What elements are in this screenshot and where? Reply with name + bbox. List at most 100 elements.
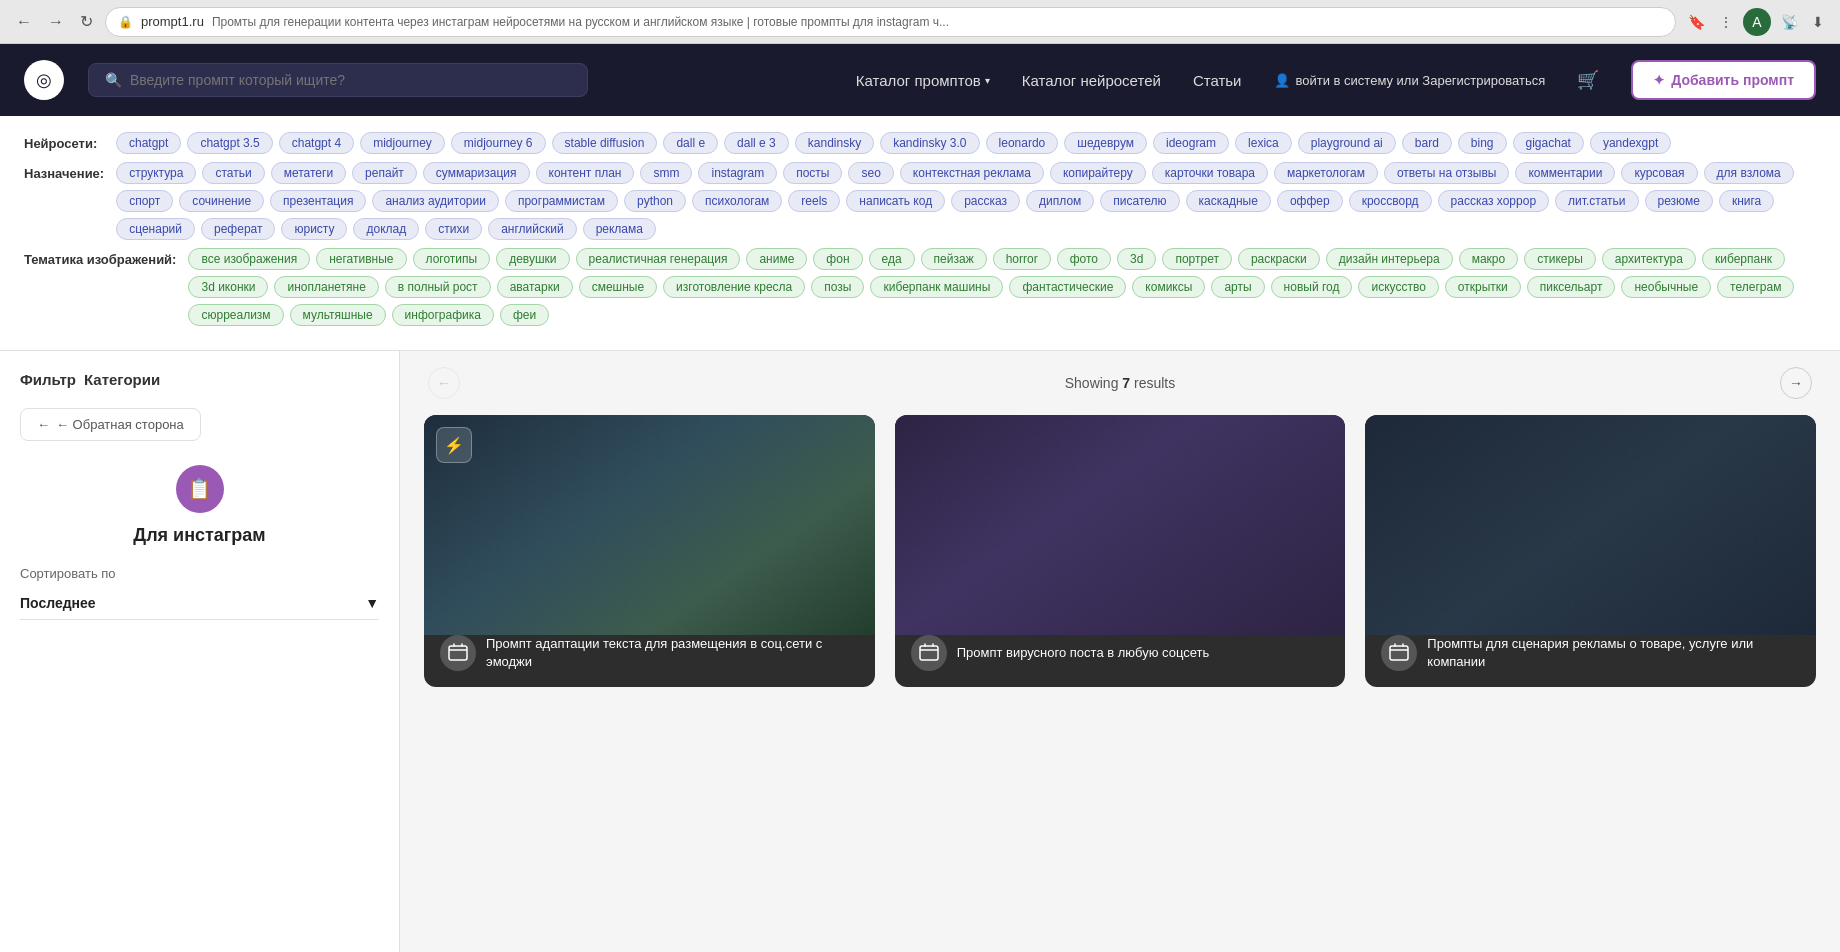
tag-struktura[interactable]: структура (116, 162, 196, 184)
tag-chatgpt4[interactable]: chatgpt 4 (279, 132, 354, 154)
menu-button[interactable]: ⋮ (1715, 10, 1737, 34)
tag-macro[interactable]: макро (1459, 248, 1519, 270)
tag-cascading[interactable]: каскадные (1186, 190, 1271, 212)
tag-repajt[interactable]: репайт (352, 162, 417, 184)
tag-playground-ai[interactable]: playground ai (1298, 132, 1396, 154)
result-card-2[interactable]: Промпт вирусного поста в любую соцсеть (895, 415, 1346, 687)
tag-english[interactable]: английский (488, 218, 576, 240)
tag-funny[interactable]: смешные (579, 276, 657, 298)
address-bar[interactable]: 🔒 prompt1.ru Промты для генерации контен… (105, 7, 1676, 37)
nav-catalog-prompts[interactable]: Каталог промптов ▾ (856, 72, 990, 89)
tag-full-height[interactable]: в полный рост (385, 276, 491, 298)
tag-surrealism[interactable]: сюрреализм (188, 304, 283, 326)
tag-context-reklama[interactable]: контекстная реклама (900, 162, 1044, 184)
tag-report[interactable]: доклад (353, 218, 419, 240)
tag-kandinsky[interactable]: kandinsky (795, 132, 874, 154)
tag-write-code[interactable]: написать код (846, 190, 945, 212)
tag-composition[interactable]: сочинение (179, 190, 264, 212)
refresh-button[interactable]: ↻ (76, 8, 97, 35)
tag-coursework[interactable]: курсовая (1621, 162, 1697, 184)
tag-logos[interactable]: логотипы (413, 248, 491, 270)
tag-girls[interactable]: девушки (496, 248, 569, 270)
tag-cyberpunk-cars[interactable]: киберпанк машины (870, 276, 1003, 298)
result-card-1[interactable]: ⚡ Промпт адаптации текста для размещения… (424, 415, 875, 687)
tag-armchair[interactable]: изготовление кресла (663, 276, 805, 298)
back-button[interactable]: ← (12, 9, 36, 35)
tag-presentation[interactable]: презентация (270, 190, 366, 212)
cast-button[interactable]: 📡 (1777, 10, 1802, 34)
tag-unusual[interactable]: необычные (1621, 276, 1711, 298)
tag-smm[interactable]: smm (640, 162, 692, 184)
tag-ideogram[interactable]: ideogram (1153, 132, 1229, 154)
tag-arts[interactable]: арты (1211, 276, 1264, 298)
profile-button[interactable]: A (1743, 8, 1771, 36)
tag-photo[interactable]: фото (1057, 248, 1111, 270)
tag-3d-icons[interactable]: 3d иконки (188, 276, 268, 298)
tag-3d[interactable]: 3d (1117, 248, 1156, 270)
tag-scenario[interactable]: сценарий (116, 218, 195, 240)
tag-python[interactable]: python (624, 190, 686, 212)
tag-reels[interactable]: reels (788, 190, 840, 212)
tag-postcards[interactable]: открытки (1445, 276, 1521, 298)
tag-posts[interactable]: посты (783, 162, 842, 184)
tag-hacking[interactable]: для взлома (1704, 162, 1794, 184)
tag-colorings[interactable]: раскраски (1238, 248, 1320, 270)
tag-sport[interactable]: спорт (116, 190, 173, 212)
tag-referat[interactable]: реферат (201, 218, 275, 240)
tag-programmers[interactable]: программистам (505, 190, 618, 212)
tag-background[interactable]: фон (813, 248, 862, 270)
site-logo[interactable]: ◎ (24, 60, 64, 100)
tag-lexica[interactable]: lexica (1235, 132, 1292, 154)
tag-architecture[interactable]: архитектура (1602, 248, 1696, 270)
tag-kandinsky30[interactable]: kandinsky 3.0 (880, 132, 979, 154)
tag-leonardo[interactable]: leonardo (986, 132, 1059, 154)
forward-button[interactable]: → (44, 9, 68, 35)
tag-poems[interactable]: стихи (425, 218, 482, 240)
search-input[interactable] (130, 72, 571, 88)
tag-aliens[interactable]: инопланетяне (274, 276, 378, 298)
tag-lawyer[interactable]: юристу (281, 218, 347, 240)
tag-stickers[interactable]: стикеры (1524, 248, 1596, 270)
tag-content-plan[interactable]: контент план (536, 162, 635, 184)
tag-marketers[interactable]: маркетологам (1274, 162, 1378, 184)
tag-chatgpt[interactable]: chatgpt (116, 132, 181, 154)
tag-horror-story[interactable]: рассказ хоррор (1438, 190, 1549, 212)
tag-psychologists[interactable]: психологам (692, 190, 782, 212)
tag-writer[interactable]: писателю (1100, 190, 1179, 212)
tag-audience[interactable]: анализ аудитории (372, 190, 498, 212)
sidebar-back-button[interactable]: ← ← Обратная сторона (20, 408, 201, 441)
tag-reviews[interactable]: ответы на отзывы (1384, 162, 1510, 184)
tag-art[interactable]: искусство (1358, 276, 1438, 298)
tag-diploma[interactable]: диплом (1026, 190, 1094, 212)
tag-fairies[interactable]: феи (500, 304, 549, 326)
next-page-button[interactable]: → (1780, 367, 1812, 399)
nav-articles[interactable]: Статьи (1193, 72, 1242, 89)
tag-yandexgpt[interactable]: yandexgpt (1590, 132, 1671, 154)
bookmark-button[interactable]: 🔖 (1684, 10, 1709, 34)
tag-metategi[interactable]: метатеги (271, 162, 346, 184)
tag-chatgpt35[interactable]: chatgpt 3.5 (187, 132, 272, 154)
tag-seo[interactable]: seo (848, 162, 893, 184)
tag-anime[interactable]: аниме (746, 248, 807, 270)
tag-fantastic[interactable]: фантастические (1009, 276, 1126, 298)
tag-book[interactable]: книга (1719, 190, 1774, 212)
tag-realistic[interactable]: реалистичная генерация (576, 248, 741, 270)
prev-page-button[interactable]: ← (428, 367, 460, 399)
tag-landscape[interactable]: пейзаж (921, 248, 987, 270)
tag-pixel[interactable]: пиксельарт (1527, 276, 1616, 298)
tag-portrait[interactable]: портрет (1162, 248, 1232, 270)
tag-cards[interactable]: карточки товара (1152, 162, 1268, 184)
tag-crossword[interactable]: кроссворд (1349, 190, 1432, 212)
tag-resume[interactable]: резюме (1645, 190, 1713, 212)
result-card-3[interactable]: Промпты для сценария рекламы о товаре, у… (1365, 415, 1816, 687)
tag-bing[interactable]: bing (1458, 132, 1507, 154)
tag-food[interactable]: еда (869, 248, 915, 270)
tag-negative[interactable]: негативные (316, 248, 406, 270)
tag-infographics[interactable]: инфографика (392, 304, 494, 326)
tag-midjourney6[interactable]: midjourney 6 (451, 132, 546, 154)
user-auth-area[interactable]: 👤 войти в систему или Зарегистрироваться (1274, 73, 1546, 88)
tag-story[interactable]: рассказ (951, 190, 1020, 212)
tag-gigachat[interactable]: gigachat (1513, 132, 1584, 154)
add-prompt-button[interactable]: ✦ Добавить промпт (1631, 60, 1816, 100)
tag-offer[interactable]: оффер (1277, 190, 1343, 212)
